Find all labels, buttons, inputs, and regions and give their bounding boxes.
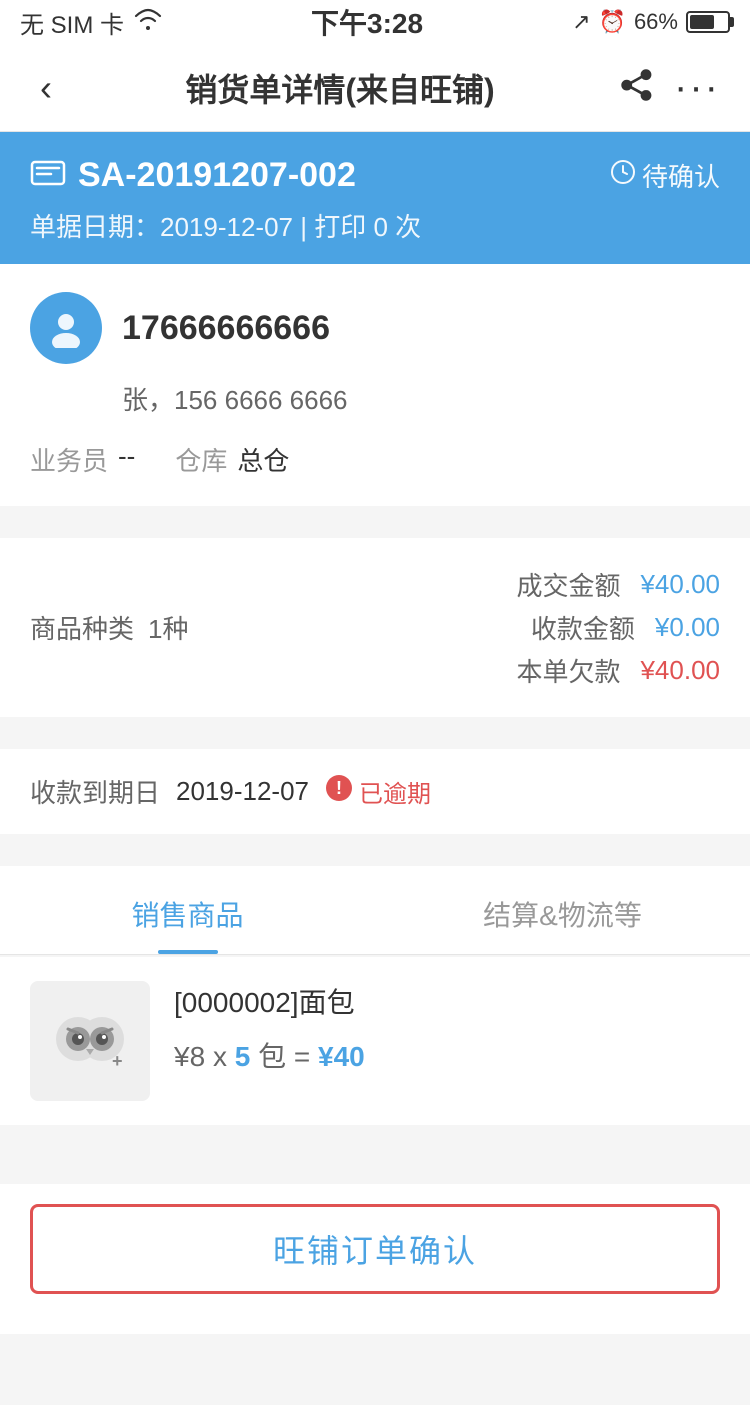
order-status: 待确认 bbox=[610, 157, 720, 194]
tab-settlement[interactable]: 结算&物流等 bbox=[375, 866, 750, 954]
battery-icon bbox=[686, 11, 730, 33]
amount-summary: 成交金额 ¥40.00 收款金额 ¥0.00 本单欠款 ¥40.00 bbox=[516, 566, 720, 689]
owed-value: ¥40.00 bbox=[640, 655, 720, 686]
summary-section: 商品种类 1种 成交金额 ¥40.00 收款金额 ¥0.00 本单欠款 ¥40.… bbox=[0, 538, 750, 717]
confirm-button[interactable]: 旺铺订单确认 bbox=[30, 1204, 720, 1294]
warning-icon: ! bbox=[325, 774, 353, 809]
svg-text:!: ! bbox=[336, 778, 342, 798]
received-value: ¥0.00 bbox=[655, 612, 720, 643]
product-type: 商品种类 1种 bbox=[30, 566, 188, 689]
page-title: 销货单详情(来自旺铺) bbox=[185, 65, 494, 111]
battery-percent: 66% bbox=[634, 9, 678, 35]
warehouse-item: 仓库 总仓 bbox=[175, 441, 289, 478]
product-item: + [0000002]面包 ¥8 x 5 包 = ¥40 bbox=[30, 981, 720, 1101]
customer-phone: 17666666666 bbox=[122, 309, 330, 348]
overdue-badge: ! 已逾期 bbox=[325, 774, 431, 809]
divider-1 bbox=[0, 522, 750, 538]
divider-2 bbox=[0, 733, 750, 749]
order-id: SA-20191207-002 bbox=[30, 156, 356, 195]
overdue-text: 已逾期 bbox=[359, 774, 431, 809]
products-section: + [0000002]面包 ¥8 x 5 包 = ¥40 bbox=[0, 957, 750, 1125]
salesman-item: 业务员 -- bbox=[30, 441, 135, 478]
customer-contact: 张，156 6666 6666 bbox=[30, 380, 720, 417]
status-left: 无 SIM 卡 bbox=[20, 5, 162, 40]
due-label: 收款到期日 bbox=[30, 773, 160, 810]
amount-label: 成交金额 bbox=[516, 566, 620, 603]
wifi-icon bbox=[134, 8, 162, 37]
salesman-value: -- bbox=[118, 441, 135, 478]
status-bar: 无 SIM 卡 下午3:28 ↗ ⏰ 66% bbox=[0, 0, 750, 44]
salesman-label: 业务员 bbox=[30, 441, 108, 478]
owed-label: 本单欠款 bbox=[516, 652, 620, 689]
order-date-row: 单据日期：2019-12-07 | 打印 0 次 bbox=[30, 207, 720, 244]
due-date-value: 2019-12-07 bbox=[176, 776, 309, 807]
product-info: [0000002]面包 ¥8 x 5 包 = ¥40 bbox=[174, 981, 720, 1075]
product-quantity: 5 bbox=[235, 1041, 251, 1072]
customer-section: 17666666666 张，156 6666 6666 业务员 -- 仓库 总仓 bbox=[0, 264, 750, 506]
warehouse-value: 总仓 bbox=[237, 441, 289, 478]
customer-meta: 业务员 -- 仓库 总仓 bbox=[30, 433, 720, 478]
avatar bbox=[30, 292, 102, 364]
nav-bar: ‹ 销货单详情(来自旺铺) ··· bbox=[0, 44, 750, 132]
back-button[interactable]: ‹ bbox=[30, 57, 62, 119]
warehouse-label: 仓库 bbox=[175, 441, 227, 478]
share-button[interactable] bbox=[618, 66, 654, 110]
product-thumbnail: + bbox=[30, 981, 150, 1101]
tab-sales[interactable]: 销售商品 bbox=[0, 866, 375, 954]
product-type-value: 1种 bbox=[148, 609, 188, 646]
order-header: SA-20191207-002 待确认 单据日期：2019-12-07 | 打印… bbox=[0, 132, 750, 264]
product-type-label: 商品种类 bbox=[30, 609, 134, 646]
alarm-icon: ⏰ bbox=[599, 9, 626, 35]
time-label: 下午3:28 bbox=[311, 2, 423, 42]
carrier-label: 无 SIM 卡 bbox=[20, 5, 124, 40]
product-price: ¥8 x 5 包 = ¥40 bbox=[174, 1035, 720, 1075]
tabs: 销售商品 结算&物流等 bbox=[0, 866, 750, 955]
svg-text:+: + bbox=[112, 1051, 123, 1071]
amount-row: 成交金额 ¥40.00 bbox=[516, 566, 720, 603]
order-icon bbox=[30, 156, 66, 195]
owed-row: 本单欠款 ¥40.00 bbox=[516, 652, 720, 689]
received-row: 收款金额 ¥0.00 bbox=[531, 609, 720, 646]
product-total: ¥40 bbox=[318, 1041, 365, 1072]
nav-actions: ··· bbox=[618, 65, 720, 110]
status-right: ↗ ⏰ 66% bbox=[572, 9, 730, 35]
due-date-section: 收款到期日 2019-12-07 ! 已逾期 bbox=[0, 749, 750, 834]
received-label: 收款金额 bbox=[531, 609, 635, 646]
clock-icon bbox=[610, 159, 636, 192]
customer-header: 17666666666 bbox=[30, 292, 720, 364]
location-icon: ↗ bbox=[572, 9, 590, 35]
product-name: [0000002]面包 bbox=[174, 981, 720, 1021]
divider-3 bbox=[0, 850, 750, 866]
bottom-button-area: 旺铺订单确认 bbox=[0, 1184, 750, 1334]
amount-value: ¥40.00 bbox=[640, 569, 720, 600]
more-button[interactable]: ··· bbox=[674, 65, 720, 110]
